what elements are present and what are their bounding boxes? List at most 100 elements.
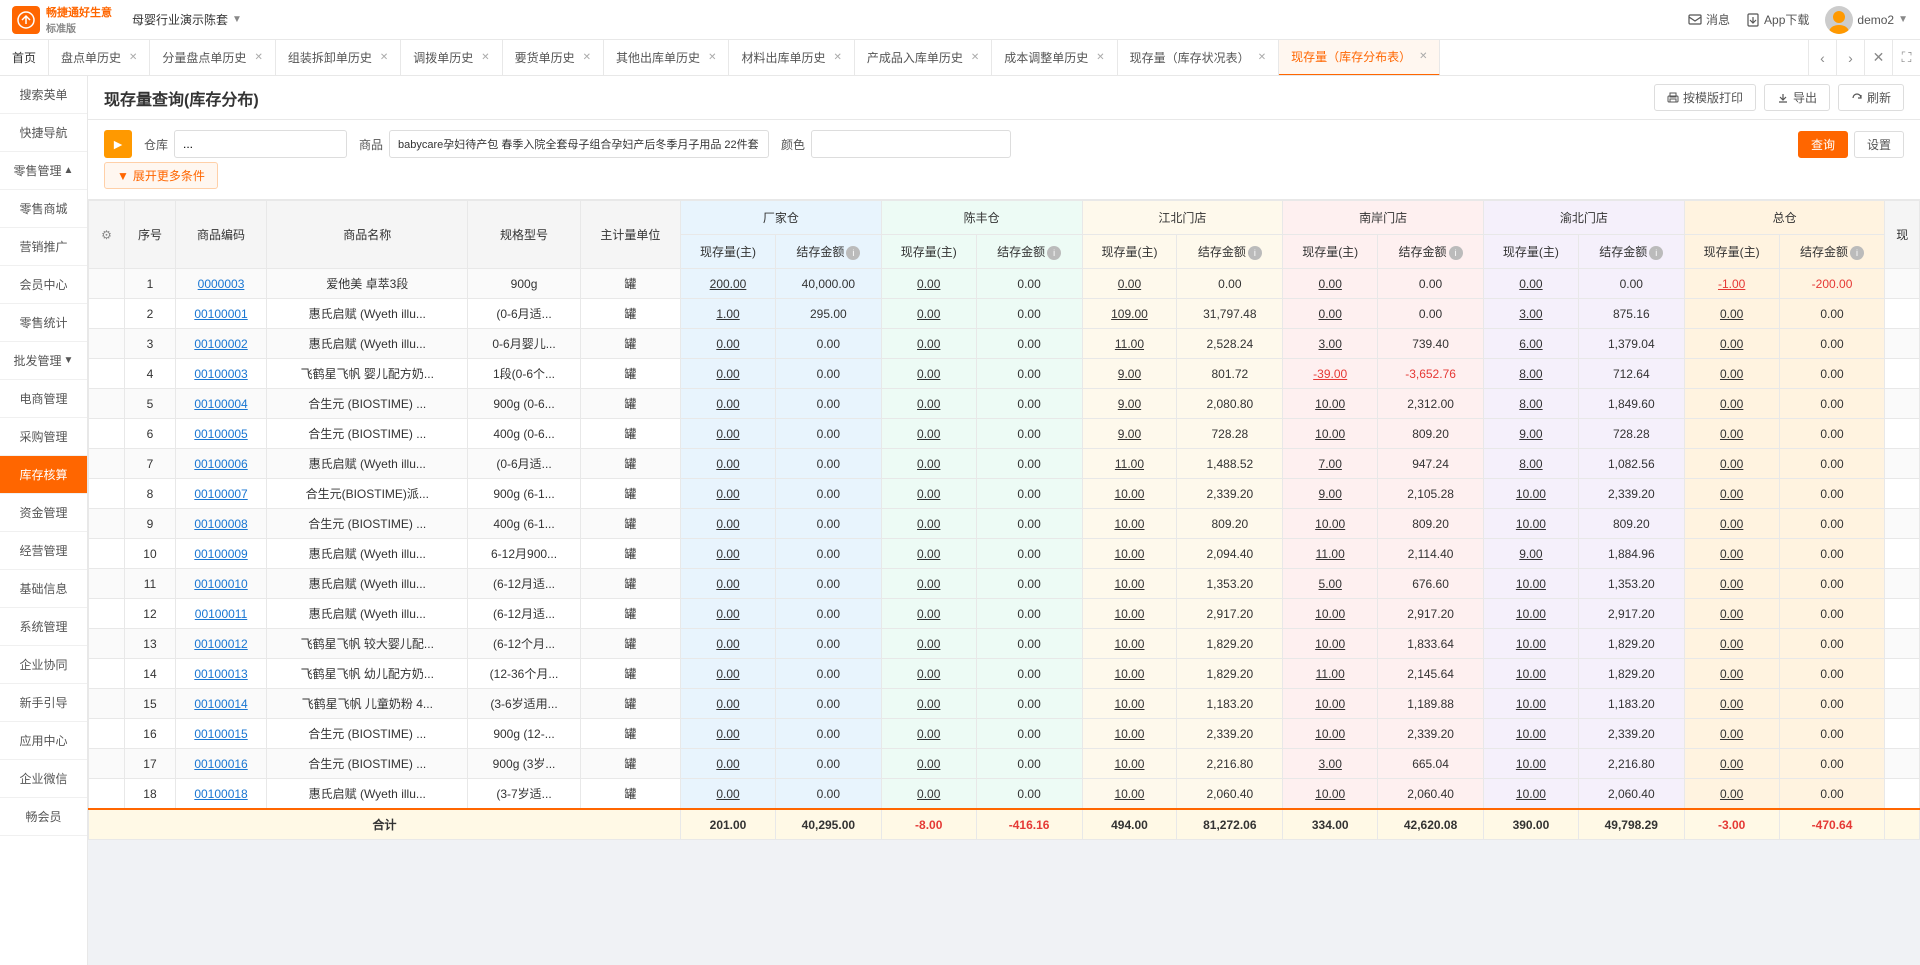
cell-cf-qty[interactable]: 0.00 <box>681 719 776 749</box>
tab-kucun-status[interactable]: 现存量（库存状况表）✕ <box>1118 40 1279 76</box>
cell-cf-qty[interactable]: 0.00 <box>681 419 776 449</box>
close-tab-chengben[interactable]: ✕ <box>1096 52 1104 63</box>
sidebar-item-retail-mall[interactable]: 零售商城 <box>0 190 87 228</box>
jb-amt-info[interactable]: i <box>1248 246 1262 260</box>
cfc-amt-info[interactable]: i <box>1047 246 1061 260</box>
cell-total-qty[interactable]: 0.00 <box>1684 599 1779 629</box>
cell-na-qty[interactable]: 10.00 <box>1283 599 1378 629</box>
cell-total-qty[interactable]: 0.00 <box>1684 749 1779 779</box>
cell-yb-qty[interactable]: 10.00 <box>1484 479 1579 509</box>
cell-jb-qty[interactable]: 10.00 <box>1082 599 1177 629</box>
brand-selector[interactable]: 母婴行业演示陈套 ▼ <box>132 11 242 28</box>
cell-jb-qty[interactable]: 9.00 <box>1082 389 1177 419</box>
cell-na-qty[interactable]: 3.00 <box>1283 749 1378 779</box>
sidebar-item-retail-stats[interactable]: 零售统计 <box>0 304 87 342</box>
sidebar-item-wechat[interactable]: 企业微信 <box>0 760 87 798</box>
cell-yb-qty[interactable]: 8.00 <box>1484 389 1579 419</box>
cell-yb-qty[interactable]: 0.00 <box>1484 269 1579 299</box>
cell-cf-qty[interactable]: 0.00 <box>681 329 776 359</box>
cell-cfc-qty[interactable]: 0.00 <box>881 689 976 719</box>
cell-total-qty[interactable]: 0.00 <box>1684 779 1779 810</box>
cell-jb-qty[interactable]: 11.00 <box>1082 449 1177 479</box>
sidebar-item-member[interactable]: 会员中心 <box>0 266 87 304</box>
sidebar-item-ecom[interactable]: 电商管理 <box>0 380 87 418</box>
yb-amt-info[interactable]: i <box>1649 246 1663 260</box>
settings-icon[interactable]: ⚙ <box>101 228 112 242</box>
expand-conditions-btn[interactable]: ▼ 展开更多条件 <box>104 162 218 189</box>
cell-cf-qty[interactable]: 1.00 <box>681 299 776 329</box>
print-btn[interactable]: 按模版打印 <box>1654 84 1756 111</box>
cell-cfc-qty[interactable]: 0.00 <box>881 779 976 810</box>
close-tab-chuku[interactable]: ✕ <box>708 52 716 63</box>
cell-cf-qty[interactable]: 200.00 <box>681 269 776 299</box>
cell-total-qty[interactable]: 0.00 <box>1684 329 1779 359</box>
sidebar-item-appcenter[interactable]: 应用中心 <box>0 722 87 760</box>
cell-na-qty[interactable]: 11.00 <box>1283 539 1378 569</box>
cell-jb-qty[interactable]: 10.00 <box>1082 659 1177 689</box>
cell-yb-qty[interactable]: 8.00 <box>1484 449 1579 479</box>
cell-total-qty[interactable]: 0.00 <box>1684 509 1779 539</box>
cell-jb-qty[interactable]: 109.00 <box>1082 299 1177 329</box>
cell-jb-qty[interactable]: 11.00 <box>1082 329 1177 359</box>
refresh-btn[interactable]: 刷新 <box>1838 84 1904 111</box>
cell-code[interactable]: 00100004 <box>175 389 266 419</box>
tab-chuku[interactable]: 其他出库单历史 ✕ <box>604 40 729 76</box>
close-tab-diaobo[interactable]: ✕ <box>481 52 489 63</box>
cell-total-qty[interactable]: -1.00 <box>1684 269 1779 299</box>
cell-na-qty[interactable]: 10.00 <box>1283 629 1378 659</box>
cell-cfc-qty[interactable]: 0.00 <box>881 479 976 509</box>
cell-yb-qty[interactable]: 10.00 <box>1484 599 1579 629</box>
tab-fenliang[interactable]: 分量盘点单历史 ✕ <box>150 40 275 76</box>
cell-jb-qty[interactable]: 10.00 <box>1082 569 1177 599</box>
cell-total-qty[interactable]: 0.00 <box>1684 299 1779 329</box>
cell-cfc-qty[interactable]: 0.00 <box>881 389 976 419</box>
search-btn[interactable]: 查询 <box>1798 131 1848 158</box>
cell-jb-qty[interactable]: 10.00 <box>1082 629 1177 659</box>
cell-jb-qty[interactable]: 10.00 <box>1082 539 1177 569</box>
total-amt-info[interactable]: i <box>1850 246 1864 260</box>
cell-code[interactable]: 00100015 <box>175 719 266 749</box>
sidebar-item-purchase[interactable]: 采购管理 <box>0 418 87 456</box>
tab-diaobo[interactable]: 调拨单历史 ✕ <box>401 40 502 76</box>
sidebar-item-operation[interactable]: 经营管理 <box>0 532 87 570</box>
cell-total-qty[interactable]: 0.00 <box>1684 389 1779 419</box>
tab-pandian[interactable]: 盘点单历史 ✕ <box>49 40 150 76</box>
goods-input[interactable] <box>389 130 769 158</box>
cell-cf-qty[interactable]: 0.00 <box>681 449 776 479</box>
cell-cf-qty[interactable]: 0.00 <box>681 479 776 509</box>
cell-yb-qty[interactable]: 10.00 <box>1484 689 1579 719</box>
close-tab-fenliang[interactable]: ✕ <box>254 52 262 63</box>
cell-yb-qty[interactable]: 8.00 <box>1484 359 1579 389</box>
close-tab-pandian[interactable]: ✕ <box>129 52 137 63</box>
cell-yb-qty[interactable]: 10.00 <box>1484 749 1579 779</box>
message-btn[interactable]: 消息 <box>1688 11 1730 28</box>
cell-total-qty[interactable]: 0.00 <box>1684 479 1779 509</box>
cell-jb-qty[interactable]: 0.00 <box>1082 269 1177 299</box>
cell-code[interactable]: 00100002 <box>175 329 266 359</box>
export-btn[interactable]: 导出 <box>1764 84 1830 111</box>
cell-na-qty[interactable]: 10.00 <box>1283 419 1378 449</box>
cell-na-qty[interactable]: 3.00 <box>1283 329 1378 359</box>
cf-amt-info[interactable]: i <box>846 246 860 260</box>
sidebar-item-system[interactable]: 系统管理 <box>0 608 87 646</box>
close-tab-kucun-dist[interactable]: ✕ <box>1419 51 1427 62</box>
na-amt-info[interactable]: i <box>1449 246 1463 260</box>
cell-na-qty[interactable]: 10.00 <box>1283 689 1378 719</box>
close-tab-zuhe[interactable]: ✕ <box>380 52 388 63</box>
user-menu[interactable]: demo2 ▼ <box>1825 6 1908 34</box>
sidebar-item-collab[interactable]: 企业协同 <box>0 646 87 684</box>
cell-cfc-qty[interactable]: 0.00 <box>881 569 976 599</box>
cell-cf-qty[interactable]: 0.00 <box>681 389 776 419</box>
cell-na-qty[interactable]: 10.00 <box>1283 389 1378 419</box>
cell-cfc-qty[interactable]: 0.00 <box>881 539 976 569</box>
cell-cfc-qty[interactable]: 0.00 <box>881 659 976 689</box>
sidebar-item-marketing[interactable]: 营销推广 <box>0 228 87 266</box>
tab-home[interactable]: 首页 <box>0 40 49 76</box>
sidebar-item-wholesale[interactable]: 批发管理 ▼ <box>0 342 87 380</box>
cell-code[interactable]: 00100013 <box>175 659 266 689</box>
cell-na-qty[interactable]: 0.00 <box>1283 269 1378 299</box>
cell-cfc-qty[interactable]: 0.00 <box>881 599 976 629</box>
cell-jb-qty[interactable]: 9.00 <box>1082 419 1177 449</box>
tab-zuhe[interactable]: 组装拆卸单历史 ✕ <box>276 40 401 76</box>
cell-total-qty[interactable]: 0.00 <box>1684 359 1779 389</box>
